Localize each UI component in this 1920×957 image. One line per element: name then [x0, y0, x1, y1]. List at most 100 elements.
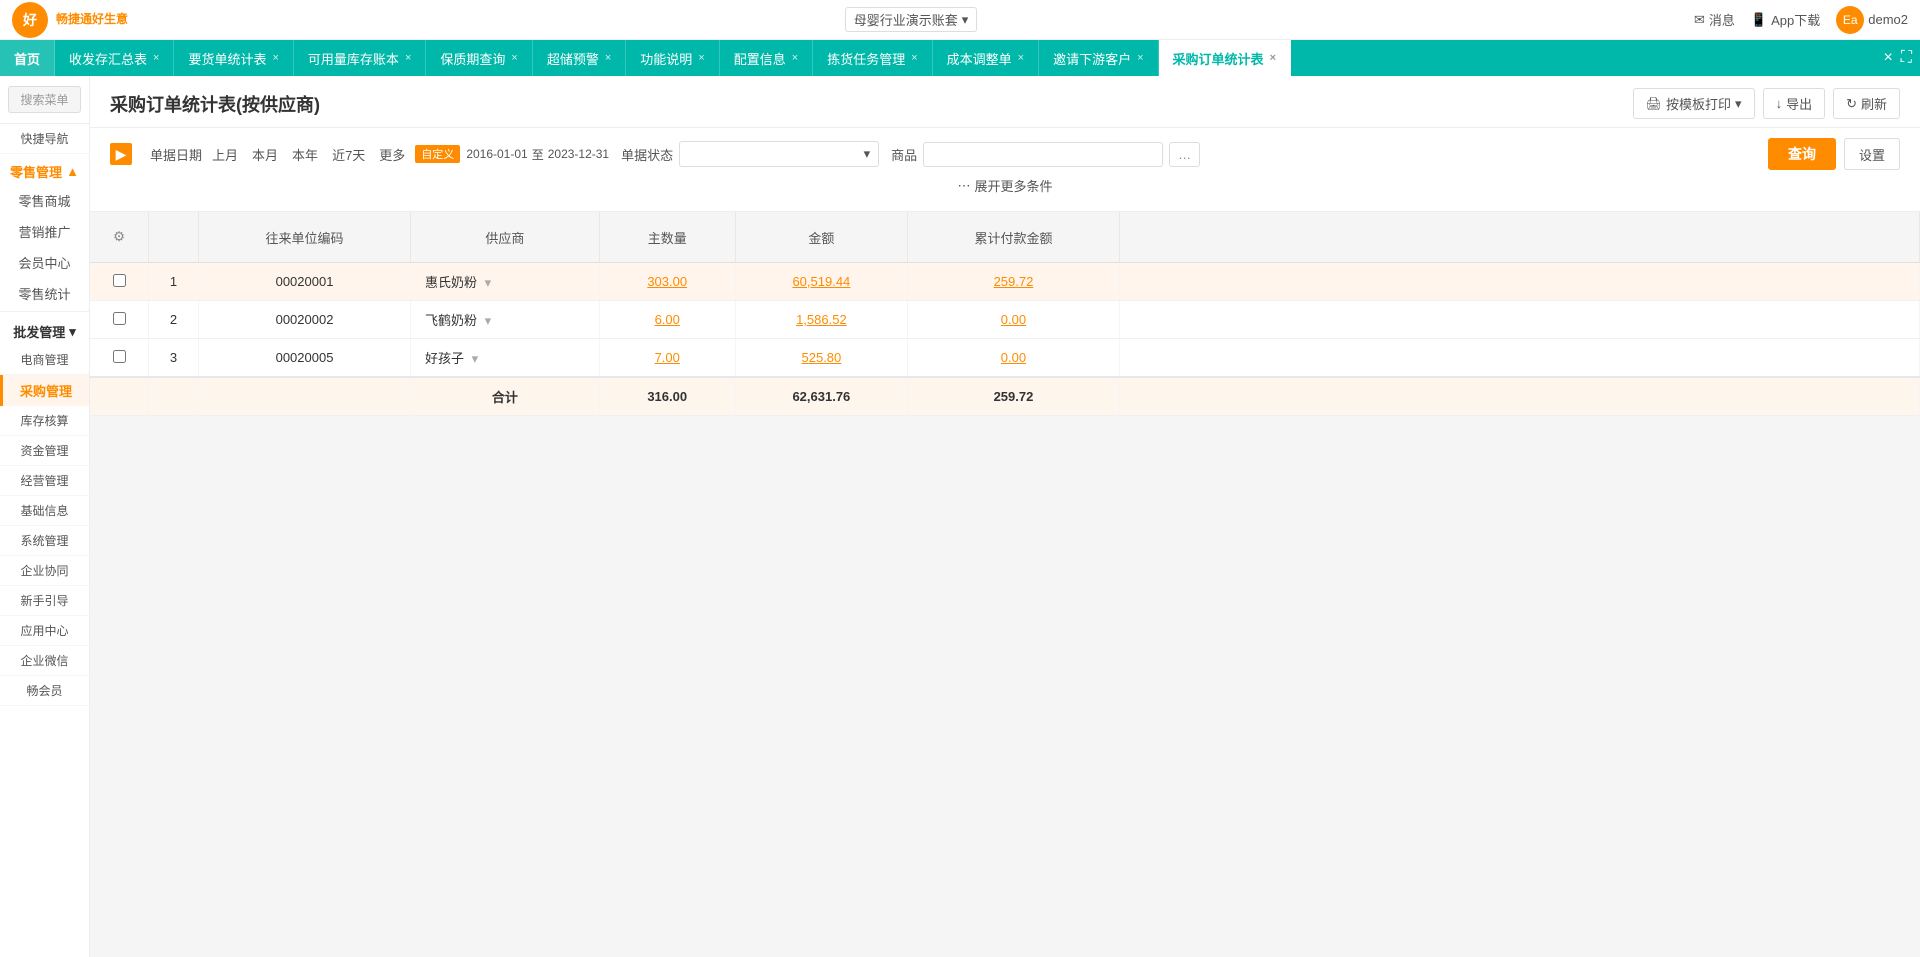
tab-keyong[interactable]: 可用量库存账本 ×	[294, 40, 426, 76]
sidebar-item-inventory[interactable]: 库存核算	[0, 406, 89, 436]
row-paid[interactable]: 0.00	[907, 339, 1119, 378]
close-icon[interactable]: ×	[511, 52, 517, 64]
date-opt-thismonth[interactable]: 本月	[248, 143, 282, 166]
tab-peizhi[interactable]: 配置信息 ×	[720, 40, 813, 76]
sidebar-item-retail-stats[interactable]: 零售统计	[0, 278, 89, 309]
row-checkbox[interactable]	[113, 274, 126, 287]
close-icon[interactable]: ×	[1137, 52, 1143, 64]
sidebar-item-ecommerce[interactable]: 电商管理	[0, 345, 89, 375]
table-row[interactable]: 3 00020005 好孩子 ▾ 7.00 525.80 0.00	[90, 339, 1920, 378]
app-download-btn[interactable]: 📱 App下载	[1751, 10, 1820, 29]
sidebar-item-vip[interactable]: 畅会员	[0, 676, 89, 706]
row-supplier-code: 00020005	[199, 339, 411, 378]
sidebar-item-marketing[interactable]: 营销推广	[0, 216, 89, 247]
close-icon[interactable]: ×	[153, 52, 159, 64]
page-header: 采购订单统计表(按供应商) 🖨 按模板打印 ▾ ↓ 导出 ↻ 刷新	[90, 76, 1920, 128]
tab-chaochuyujing[interactable]: 超储预警 ×	[533, 40, 626, 76]
filter-date-item: 单据日期 上月 本月 本年 近7天 更多 自定义 2016-01-01 至 20…	[150, 143, 609, 166]
print-btn[interactable]: 🖨 按模板打印 ▾	[1633, 88, 1755, 119]
sidebar-item-apps[interactable]: 应用中心	[0, 616, 89, 646]
sidebar-search-area: 搜索菜单	[0, 76, 89, 124]
search-menu-input[interactable]: 搜索菜单	[8, 86, 81, 113]
expand-more-btn[interactable]: ⋯ 展开更多条件	[110, 170, 1900, 201]
ellipsis-btn[interactable]: …	[1169, 142, 1200, 167]
user-area[interactable]: Ea demo2	[1836, 6, 1908, 34]
close-icon[interactable]: ×	[792, 52, 798, 64]
close-icon[interactable]: ×	[605, 52, 611, 64]
row-qty[interactable]: 303.00	[599, 263, 735, 301]
tab-jianhuo[interactable]: 拣货任务管理 ×	[813, 40, 932, 76]
export-btn[interactable]: ↓ 导出	[1763, 88, 1826, 119]
date-opt-more[interactable]: 更多	[375, 143, 409, 166]
goods-input[interactable]	[923, 142, 1163, 167]
expand-sub-icon[interactable]: ▾	[485, 275, 492, 290]
table-row[interactable]: 2 00020002 飞鹤奶粉 ▾ 6.00 1,586.52 0.00	[90, 301, 1920, 339]
row-paid[interactable]: 259.72	[907, 263, 1119, 301]
close-icon[interactable]: ×	[911, 52, 917, 64]
close-icon[interactable]: ×	[1018, 52, 1024, 64]
sidebar-item-purchase[interactable]: 采购管理	[0, 375, 89, 406]
sidebar-item-basics[interactable]: 基础信息	[0, 496, 89, 526]
expand-sub-icon[interactable]: ▾	[472, 351, 479, 366]
row-checkbox[interactable]	[113, 350, 126, 363]
sidebar-item-guide[interactable]: 新手引导	[0, 586, 89, 616]
sidebar-item-wechat[interactable]: 企业微信	[0, 646, 89, 676]
chevron-down-icon: ▾	[962, 12, 969, 28]
expand-sub-icon[interactable]: ▾	[485, 313, 492, 328]
filter-toggle-btn[interactable]: ▶	[110, 143, 132, 165]
row-amount[interactable]: 1,586.52	[735, 301, 907, 339]
sidebar-item-system[interactable]: 系统管理	[0, 526, 89, 556]
tab-chengben[interactable]: 成本调整单 ×	[933, 40, 1039, 76]
row-amount[interactable]: 525.80	[735, 339, 907, 378]
sidebar-item-wholesale[interactable]: 批发管理 ▾	[0, 314, 89, 345]
refresh-icon: ↻	[1846, 96, 1857, 112]
row-paid[interactable]: 0.00	[907, 301, 1119, 339]
sidebar-item-quicknav[interactable]: 快捷导航	[0, 124, 89, 154]
tab-shoufacun[interactable]: 收发存汇总表 ×	[55, 40, 174, 76]
tab-caigou-active[interactable]: 采购订单统计表 ×	[1159, 40, 1291, 76]
sidebar-item-retail-shop[interactable]: 零售商城	[0, 185, 89, 216]
sidebar: 搜索菜单 快捷导航 零售管理 ▲ 零售商城 营销推广 会员中心 零售统计 批发管…	[0, 76, 90, 957]
tab-baozhiqi[interactable]: 保质期查询 ×	[426, 40, 532, 76]
close-icon[interactable]: ×	[1270, 52, 1276, 64]
sidebar-item-retail[interactable]: 零售管理 ▲	[0, 154, 89, 185]
table-row[interactable]: 1 00020001 惠氏奶粉 ▾ 303.00 60,519.44 259.7…	[90, 263, 1920, 301]
row-idx: 1	[149, 263, 199, 301]
tab-yaohuo[interactable]: 要货单统计表 ×	[174, 40, 293, 76]
company-select[interactable]: 母婴行业演示账套 ▾	[845, 7, 978, 32]
sidebar-item-operations[interactable]: 经营管理	[0, 466, 89, 496]
sidebar-item-finance[interactable]: 资金管理	[0, 436, 89, 466]
tab-home[interactable]: 首页	[0, 40, 55, 76]
filter-row-main: ▶ 单据日期 上月 本月 本年 近7天 更多 自定义 2016-01-01 至	[110, 138, 1900, 170]
status-select[interactable]: ▾	[679, 141, 879, 167]
date-opt-thisyear[interactable]: 本年	[288, 143, 322, 166]
close-icon[interactable]: ×	[272, 52, 278, 64]
row-amount[interactable]: 60,519.44	[735, 263, 907, 301]
col-settings-btn[interactable]: ⚙	[104, 222, 134, 252]
sidebar-item-members[interactable]: 会员中心	[0, 247, 89, 278]
settings-btn[interactable]: 设置	[1844, 138, 1900, 170]
date-opt-lastmonth[interactable]: 上月	[208, 143, 242, 166]
goods-label: 商品	[891, 145, 917, 164]
date-custom-badge[interactable]: 自定义	[415, 145, 460, 163]
logo-icon: 好	[12, 2, 48, 38]
row-qty[interactable]: 6.00	[599, 301, 735, 339]
nav-close-btn[interactable]: ×	[1883, 49, 1892, 67]
tab-yaoqing[interactable]: 邀请下游客户 ×	[1039, 40, 1158, 76]
footer-paid: 259.72	[907, 377, 1119, 416]
query-btn[interactable]: 查询	[1768, 138, 1836, 170]
filter-status-item: 单据状态 ▾	[621, 141, 879, 167]
tab-gongneng[interactable]: 功能说明 ×	[626, 40, 719, 76]
refresh-btn[interactable]: ↻ 刷新	[1833, 88, 1900, 119]
export-icon: ↓	[1776, 96, 1783, 111]
table-header: ⚙ 往来单位编码 供应商 主数量 金额 累计付款金额	[90, 212, 1920, 263]
sidebar-item-collab[interactable]: 企业协同	[0, 556, 89, 586]
footer-label: 合计	[411, 377, 600, 416]
close-icon[interactable]: ×	[405, 52, 411, 64]
date-opt-7days[interactable]: 近7天	[328, 143, 369, 166]
close-icon[interactable]: ×	[698, 52, 704, 64]
row-qty[interactable]: 7.00	[599, 339, 735, 378]
nav-expand-btn[interactable]: ⛶	[1901, 49, 1912, 67]
message-btn[interactable]: ✉ 消息	[1694, 10, 1735, 29]
row-checkbox[interactable]	[113, 312, 126, 325]
